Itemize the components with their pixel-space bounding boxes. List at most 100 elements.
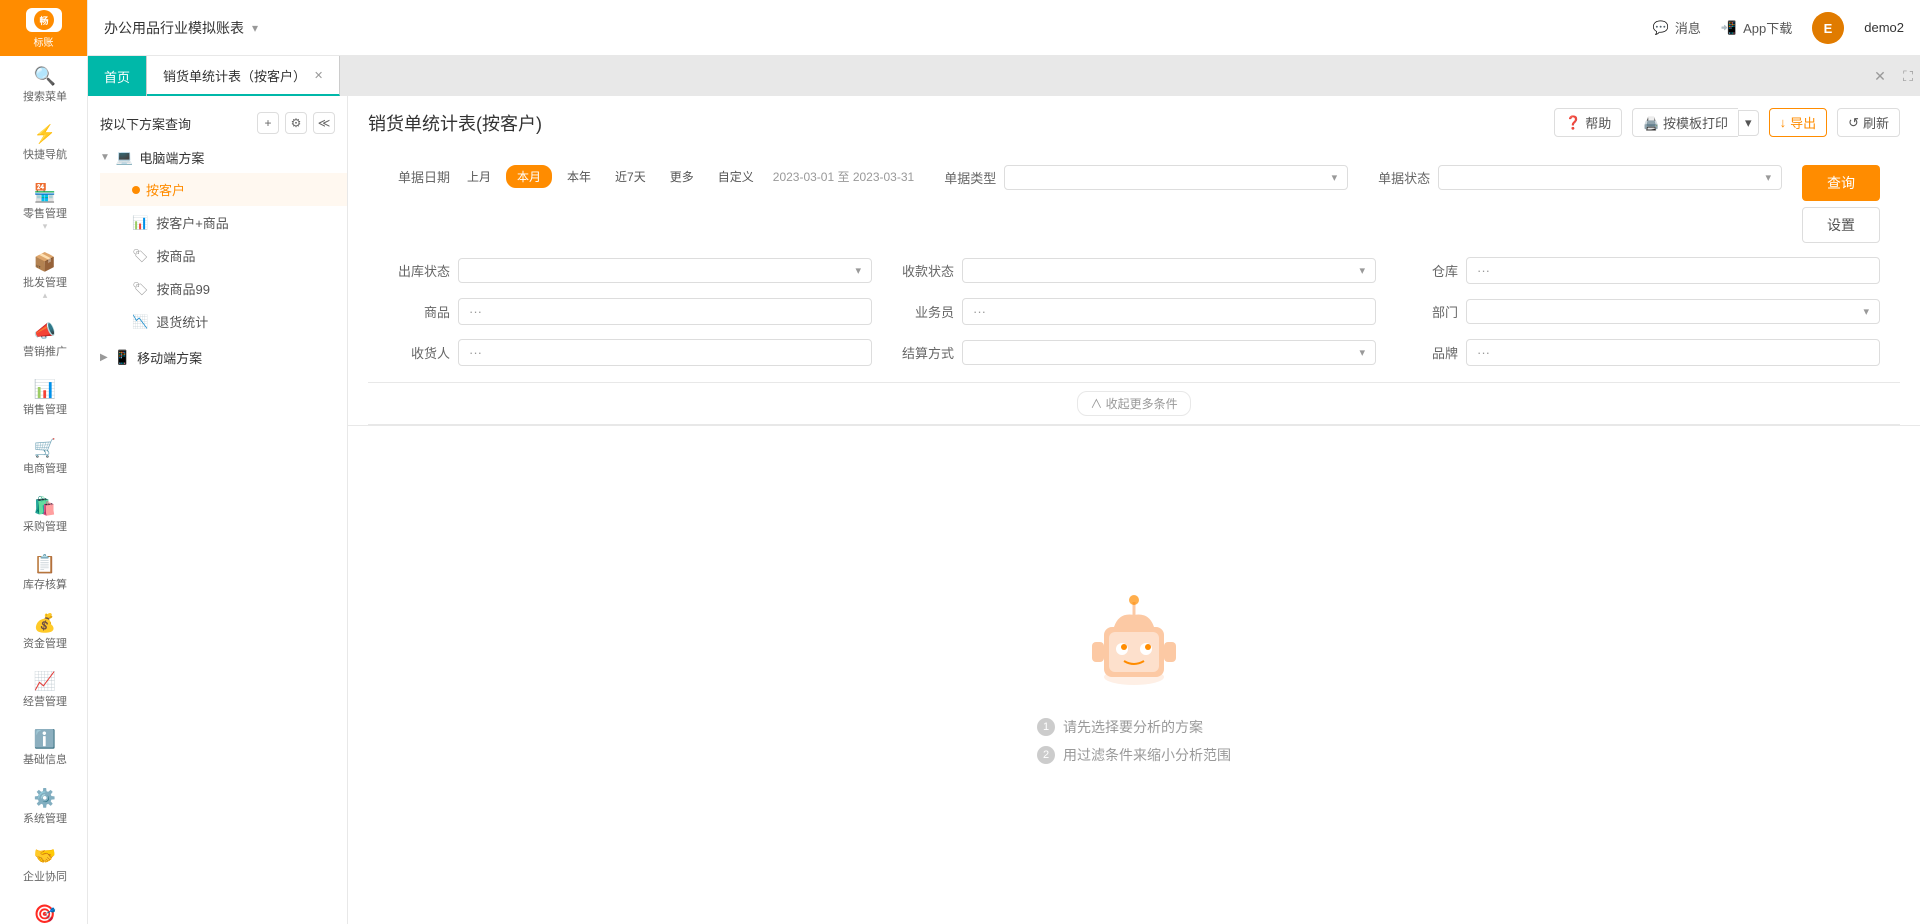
settings-button[interactable]: 设置 (1802, 207, 1880, 243)
group-expand-icon: ▼ (100, 152, 110, 163)
date-tab-custom[interactable]: 自定义 (709, 165, 763, 188)
user-avatar[interactable]: E (1812, 12, 1844, 44)
date-tab-more[interactable]: 更多 (661, 165, 703, 188)
scheme-item-by-goods[interactable]: 🏷 按商品 (100, 239, 347, 272)
doc-status-select[interactable]: ▾ (1438, 165, 1782, 190)
receipt-status-cell: 收款状态 ▾ (892, 257, 1376, 284)
template-print-arrow[interactable]: ▾ (1738, 110, 1759, 136)
sidebar-item-label: 企业协同 (23, 870, 67, 884)
sidebar-item-label: 零售管理 (23, 207, 67, 221)
sidebar-item-newbie[interactable]: 🎯 新手引导 (0, 894, 87, 924)
scheme-item-label: 按客户+商品 (156, 213, 229, 232)
sidebar-item-shortcut[interactable]: ⚡ 快捷导航 (0, 114, 87, 172)
goods-select[interactable]: ··· (458, 298, 872, 325)
sidebar-item-basic[interactable]: ℹ️ 基础信息 (0, 719, 87, 777)
sidebar-item-system[interactable]: ⚙️ 系统管理 (0, 778, 87, 836)
window-close-button[interactable]: ✕ (1868, 64, 1892, 88)
sidebar-item-search[interactable]: 🔍 搜索菜单 (0, 56, 87, 114)
sidebar-item-label: 搜索菜单 (23, 90, 67, 104)
app-title: 办公用品行业模拟账表 (104, 18, 244, 38)
sidebar-item-label: 基础信息 (23, 753, 67, 767)
collapse-label: ∧ 收起更多条件 (1090, 395, 1177, 412)
staff-dots: ··· (973, 304, 986, 319)
message-button[interactable]: 💬 消息 (1653, 18, 1701, 37)
home-tab-label: 首页 (104, 67, 130, 86)
scheme-item-by-customer[interactable]: 按客户 (100, 173, 347, 206)
collapse-button[interactable]: ∧ 收起更多条件 (1077, 391, 1190, 416)
query-button[interactable]: 查询 (1802, 165, 1880, 201)
export-label: 导出 (1790, 113, 1816, 132)
warehouse-select[interactable]: ··· (1466, 257, 1880, 284)
scheme-item-by-goods-99[interactable]: 🏷 按商品99 (100, 272, 347, 305)
goods-dots: ··· (469, 304, 482, 319)
empty-illustration (1074, 577, 1194, 697)
add-scheme-button[interactable]: + (257, 112, 279, 134)
settlement-cell: 结算方式 ▾ (892, 339, 1376, 366)
doc-type-label: 单据类型 (934, 168, 1004, 187)
sidebar: 畅 标账 🔍 搜索菜单 ⚡ 快捷导航 🏪 零售管理 ▾ 📦 批发管理 ▴ 📣 营… (0, 0, 88, 924)
doc-status-arrow-icon: ▾ (1765, 171, 1771, 184)
doc-type-arrow-icon: ▾ (1332, 171, 1338, 184)
scheme-group-pc: ▼ 💻 电脑端方案 按客户 📊 按客户+商品 🏷 按商品 (88, 142, 347, 338)
scheme-group-pc-header[interactable]: ▼ 💻 电脑端方案 (88, 142, 347, 173)
date-tab-this-year[interactable]: 本年 (558, 165, 600, 188)
refresh-label: 刷新 (1863, 113, 1889, 132)
doc-type-select[interactable]: ▾ (1004, 165, 1348, 190)
scheme-panel-title: 按以下方案查询 (100, 114, 191, 133)
dept-cell: 部门 ▾ (1396, 298, 1880, 325)
sidebar-item-retail[interactable]: 🏪 零售管理 ▾ (0, 173, 87, 242)
date-label: 单据日期 (388, 167, 458, 186)
tab-bar: 首页 销货单统计表（按客户） ✕ ✕ ⛶ (88, 56, 1920, 96)
export-button[interactable]: ↓ 导出 (1769, 108, 1828, 137)
tab-home[interactable]: 首页 (88, 56, 147, 96)
tab-close-icon[interactable]: ✕ (314, 69, 323, 82)
doc-status-cell: 单据状态 ▾ (1368, 165, 1782, 190)
sidebar-item-finance[interactable]: 💰 资金管理 (0, 603, 87, 661)
brand-label: 品牌 (1396, 343, 1466, 362)
sidebar-item-enterprise[interactable]: 🤝 企业协同 (0, 836, 87, 894)
staff-cell: 业务员 ··· (892, 298, 1376, 325)
sidebar-item-ecommerce[interactable]: 🛒 电商管理 (0, 428, 87, 486)
settlement-arrow-icon: ▾ (1359, 346, 1365, 359)
recipient-label: 收货人 (388, 343, 458, 362)
date-tab-this-month[interactable]: 本月 (506, 165, 552, 188)
sidebar-item-purchase[interactable]: 🛍️ 采购管理 (0, 486, 87, 544)
scheme-item-by-customer-goods[interactable]: 📊 按客户+商品 (100, 206, 347, 239)
page-actions: ❓ 帮助 🖨️ 按模板打印 ▾ ↓ 导出 (1554, 108, 1900, 137)
staff-select[interactable]: ··· (962, 298, 1376, 325)
date-tab-last-month[interactable]: 上月 (458, 165, 500, 188)
sidebar-item-operation[interactable]: 📈 经营管理 (0, 661, 87, 719)
recipient-select[interactable]: ··· (458, 339, 872, 366)
collapse-scheme-button[interactable]: ≪ (313, 112, 335, 134)
settlement-select[interactable]: ▾ (962, 340, 1376, 365)
warehouse-label: 仓库 (1396, 261, 1466, 280)
sidebar-item-label: 营销推广 (23, 345, 67, 359)
scheme-group-mobile-header[interactable]: ▶ 📱 移动端方案 (88, 342, 347, 373)
receipt-status-select[interactable]: ▾ (962, 258, 1376, 283)
app-download-button[interactable]: 📲 App下载 (1721, 18, 1792, 37)
sidebar-item-wholesale[interactable]: 📦 批发管理 ▴ (0, 242, 87, 311)
title-arrow-icon[interactable]: ▾ (252, 21, 258, 35)
out-status-select[interactable]: ▾ (458, 258, 872, 283)
sidebar-item-inventory[interactable]: 📋 库存核算 (0, 544, 87, 602)
warehouse-cell: 仓库 ··· (1396, 257, 1880, 284)
sidebar-item-label: 系统管理 (23, 812, 67, 826)
help-button[interactable]: ❓ 帮助 (1554, 108, 1622, 137)
marketing-icon: 📣 (34, 321, 56, 342)
window-maximize-button[interactable]: ⛶ (1896, 64, 1920, 88)
tip-num-2: 2 (1037, 746, 1055, 764)
inventory-icon: 📋 (34, 554, 56, 575)
tab-sales-stat[interactable]: 销货单统计表（按客户） ✕ (147, 56, 340, 96)
sidebar-item-sales[interactable]: 📊 销售管理 (0, 369, 87, 427)
dept-select[interactable]: ▾ (1466, 299, 1880, 324)
scheme-item-return-stat[interactable]: 📉 退货统计 (100, 305, 347, 338)
refresh-button[interactable]: ↺ 刷新 (1837, 108, 1900, 137)
template-print-button[interactable]: 🖨️ 按模板打印 (1632, 108, 1738, 137)
date-tab-last-7[interactable]: 近7天 (606, 165, 655, 188)
brand-select[interactable]: ··· (1466, 339, 1880, 366)
receipt-status-label: 收款状态 (892, 261, 962, 280)
settings-scheme-button[interactable]: ⚙ (285, 112, 307, 134)
download-icon: 📲 (1721, 20, 1737, 36)
sidebar-item-marketing[interactable]: 📣 营销推广 (0, 311, 87, 369)
empty-tip-1: 1 请先选择要分析的方案 (1037, 717, 1231, 737)
